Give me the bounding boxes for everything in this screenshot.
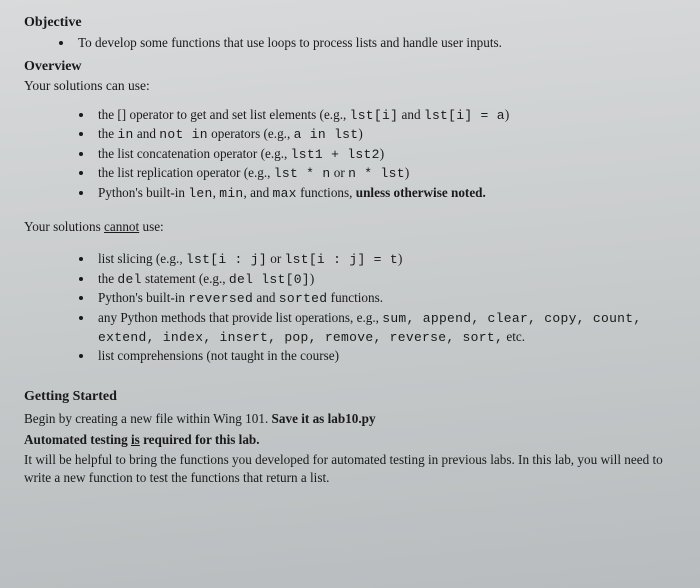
getting-started-heading: Getting Started [24, 388, 676, 407]
list-item: the [] operator to get and set list elem… [94, 106, 676, 125]
list-item: Python's built-in len, min, and max func… [94, 184, 676, 203]
list-item: list slicing (e.g., lst[i : j] or lst[i … [94, 250, 676, 269]
objective-list: To develop some functions that use loops… [24, 34, 676, 52]
overview-heading: Overview [24, 58, 676, 77]
getting-started-line3: It will be helpful to bring the function… [24, 451, 676, 487]
list-item: the in and not in operators (e.g., a in … [94, 125, 676, 144]
overview-intro: Your solutions can use: [24, 77, 676, 95]
list-item: the list concatenation operator (e.g., l… [94, 145, 676, 164]
list-item: the list replication operator (e.g., lst… [94, 164, 676, 183]
cannot-use-list: list slicing (e.g., lst[i : j] or lst[i … [24, 250, 676, 365]
objective-bullet: To develop some functions that use loops… [74, 34, 676, 52]
list-item: any Python methods that provide list ope… [94, 309, 676, 346]
list-item: list comprehensions (not taught in the c… [94, 347, 676, 365]
getting-started-line1: Begin by creating a new file within Wing… [24, 410, 676, 428]
list-item: the del statement (e.g., del lst[0]) [94, 270, 676, 289]
cannot-intro: Your solutions cannot use: [24, 218, 676, 236]
getting-started-line2: Automated testing is required for this l… [24, 431, 676, 449]
can-use-list: the [] operator to get and set list elem… [24, 106, 676, 203]
objective-heading: Objective [24, 14, 676, 33]
list-item: Python's built-in reversed and sorted fu… [94, 289, 676, 308]
